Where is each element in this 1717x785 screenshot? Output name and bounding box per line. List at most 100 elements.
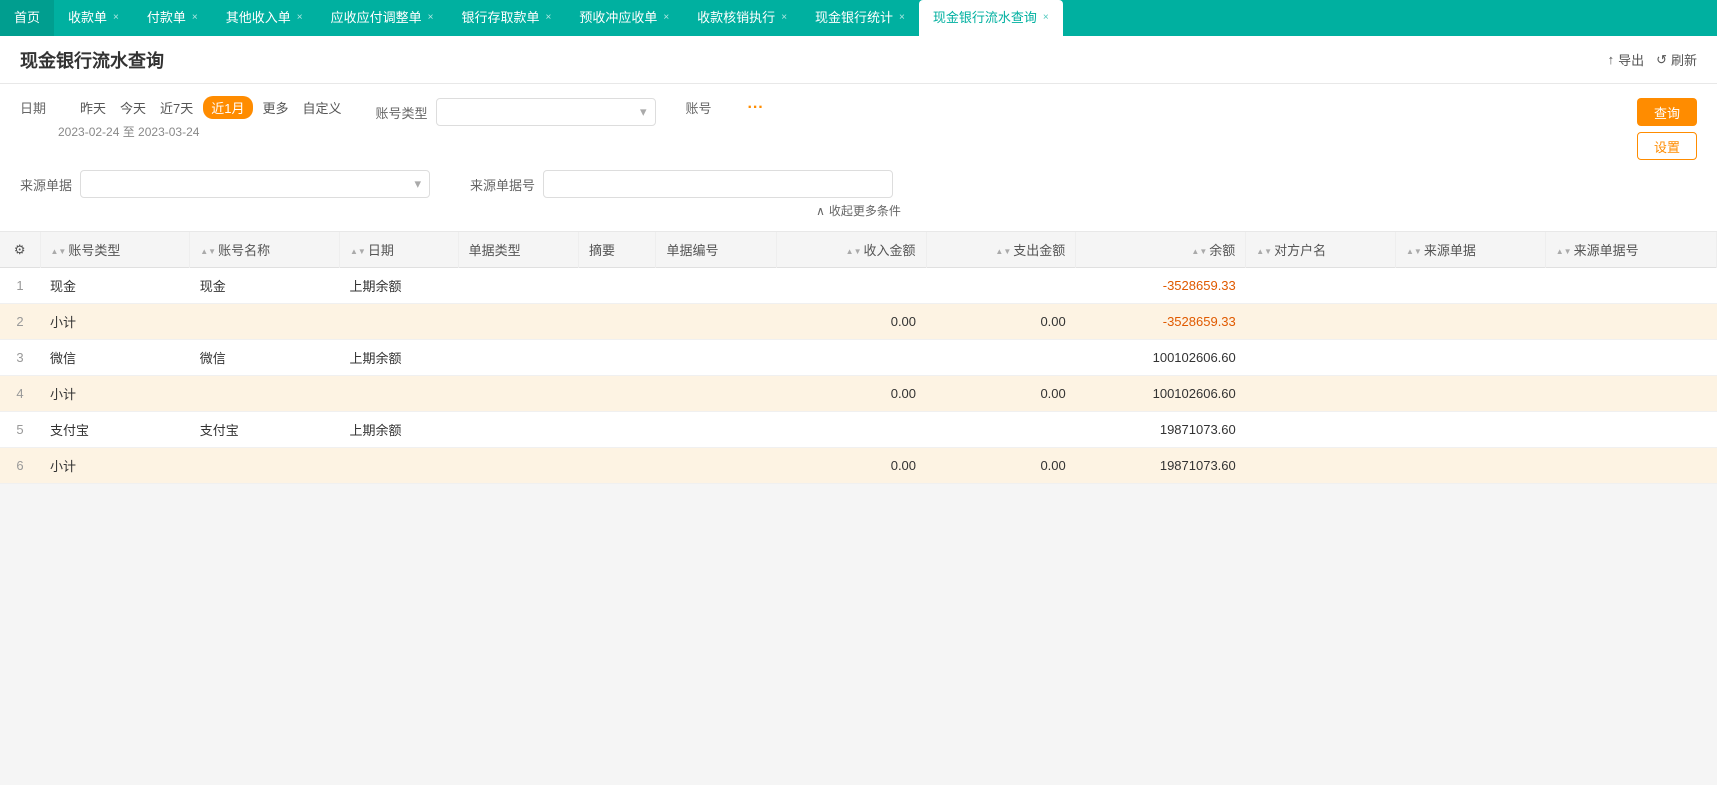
cell-doc-type: [458, 340, 578, 376]
cell-summary: [578, 376, 655, 412]
cell-expense: [926, 412, 1076, 448]
source-doc-select[interactable]: ▾: [80, 170, 430, 198]
col-expense[interactable]: ▲▼支出金额: [926, 232, 1076, 268]
cell-income: 0.00: [776, 304, 926, 340]
nav-home[interactable]: 首页: [0, 0, 54, 36]
cell-balance: 19871073.60: [1076, 412, 1246, 448]
cell-doc-no: [656, 376, 776, 412]
shortcut-more[interactable]: 更多: [259, 96, 293, 119]
cell-income: [776, 340, 926, 376]
cell-account-name: 现金: [190, 268, 340, 304]
close-icon[interactable]: ×: [192, 0, 198, 36]
shortcut-today[interactable]: 今天: [116, 96, 150, 119]
cell-date: [339, 448, 458, 484]
row-number: 3: [0, 340, 40, 376]
export-button[interactable]: ↑ 导出: [1608, 50, 1645, 69]
date-range: 2023-02-24 至 2023-03-24: [58, 125, 199, 139]
cell-account-name: 支付宝: [190, 412, 340, 448]
shortcut-7days[interactable]: 近7天: [156, 96, 197, 119]
close-icon[interactable]: ×: [663, 0, 669, 36]
account-type-select[interactable]: ▾: [436, 98, 656, 126]
settings-button[interactable]: 设置: [1637, 132, 1697, 160]
cell-balance: 19871073.60: [1076, 448, 1246, 484]
top-navigation: 首页 收款单 × 付款单 × 其他收入单 × 应收应付调整单 × 银行存取款单 …: [0, 0, 1717, 36]
gear-icon[interactable]: ⚙: [14, 242, 26, 257]
export-icon: ↑: [1608, 52, 1615, 67]
refresh-button[interactable]: ↺ 刷新: [1656, 50, 1697, 69]
nav-adjustment[interactable]: 应收应付调整单 ×: [317, 0, 448, 36]
data-table-container: ⚙ ▲▼账号类型 ▲▼账号名称 ▲▼日期 单据类型 摘要 单据编号 ▲▼收入金额: [0, 232, 1717, 484]
nav-cash-stats[interactable]: 现金银行统计 ×: [801, 0, 919, 36]
col-summary[interactable]: 摘要: [578, 232, 655, 268]
sort-icon: ▲▼: [200, 248, 216, 256]
nav-cash-flow[interactable]: 现金银行流水查询 ×: [919, 0, 1063, 36]
cell-date: [339, 304, 458, 340]
col-doc-type[interactable]: 单据类型: [458, 232, 578, 268]
col-account-type[interactable]: ▲▼账号类型: [40, 232, 190, 268]
cell-expense: 0.00: [926, 448, 1076, 484]
nav-bank-deposit[interactable]: 银行存取款单 ×: [447, 0, 565, 36]
cell-balance: 100102606.60: [1076, 376, 1246, 412]
col-doc-no[interactable]: 单据编号: [656, 232, 776, 268]
cell-account-type: 小计: [40, 448, 190, 484]
shortcut-yesterday[interactable]: 昨天: [76, 96, 110, 119]
cell-source-doc: [1396, 376, 1546, 412]
table-header: ⚙ ▲▼账号类型 ▲▼账号名称 ▲▼日期 单据类型 摘要 单据编号 ▲▼收入金额: [0, 232, 1717, 268]
nav-prepay-offset[interactable]: 预收冲应收单 ×: [565, 0, 683, 36]
nav-other-income[interactable]: 其他收入单 ×: [212, 0, 317, 36]
col-source-doc[interactable]: ▲▼来源单据: [1396, 232, 1546, 268]
source-doc-label: 来源单据: [20, 175, 72, 194]
sort-icon: ▲▼: [350, 248, 366, 256]
cell-balance: -3528659.33: [1076, 304, 1246, 340]
shortcut-1month[interactable]: 近1月: [203, 96, 252, 119]
cell-source-doc: [1396, 304, 1546, 340]
col-counterparty[interactable]: ▲▼对方户名: [1246, 232, 1396, 268]
table-row: 6 小计 0.00 0.00 19871073.60: [0, 448, 1717, 484]
close-icon[interactable]: ×: [113, 0, 119, 36]
table-row: 3 微信 微信 上期余额 100102606.60: [0, 340, 1717, 376]
cell-source-doc-no: [1545, 340, 1716, 376]
cell-source-doc: [1396, 412, 1546, 448]
cell-summary: [578, 268, 655, 304]
close-icon[interactable]: ×: [297, 0, 303, 36]
cell-doc-no: [656, 304, 776, 340]
col-gear[interactable]: ⚙: [0, 232, 40, 268]
source-doc-no-input[interactable]: [543, 170, 893, 198]
account-more-button[interactable]: ···: [744, 99, 768, 117]
cell-balance: -3528659.33: [1076, 268, 1246, 304]
close-icon[interactable]: ×: [899, 0, 905, 36]
cell-counterparty: [1246, 448, 1396, 484]
close-icon[interactable]: ×: [428, 0, 434, 36]
shortcut-custom[interactable]: 自定义: [299, 96, 346, 119]
source-doc-no-group: 来源单据号: [470, 170, 893, 198]
row-number: 1: [0, 268, 40, 304]
row-number: 2: [0, 304, 40, 340]
cell-counterparty: [1246, 412, 1396, 448]
cell-date: 上期余额: [339, 412, 458, 448]
cell-account-name: [190, 304, 340, 340]
query-button[interactable]: 查询: [1637, 98, 1697, 126]
table-row: 4 小计 0.00 0.00 100102606.60: [0, 376, 1717, 412]
close-icon[interactable]: ×: [1043, 0, 1049, 36]
nav-receipt[interactable]: 收款单 ×: [54, 0, 133, 36]
cell-source-doc-no: [1545, 448, 1716, 484]
col-date[interactable]: ▲▼日期: [339, 232, 458, 268]
col-account-name[interactable]: ▲▼账号名称: [190, 232, 340, 268]
collapse-button[interactable]: ∧ 收起更多条件: [20, 202, 1697, 219]
nav-payment[interactable]: 付款单 ×: [133, 0, 212, 36]
col-income[interactable]: ▲▼收入金额: [776, 232, 926, 268]
row-number: 4: [0, 376, 40, 412]
nav-collect-verify[interactable]: 收款核销执行 ×: [683, 0, 801, 36]
col-source-doc-no[interactable]: ▲▼来源单据号: [1545, 232, 1716, 268]
date-label: 日期: [20, 98, 70, 117]
cell-source-doc-no: [1545, 304, 1716, 340]
close-icon[interactable]: ×: [545, 0, 551, 36]
cell-doc-no: [656, 268, 776, 304]
cell-account-name: [190, 448, 340, 484]
col-balance[interactable]: ▲▼余额: [1076, 232, 1246, 268]
source-filter-row: 来源单据 ▾ 来源单据号: [20, 170, 1697, 198]
sort-icon: ▲▼: [1406, 248, 1422, 256]
close-icon[interactable]: ×: [781, 0, 787, 36]
cell-doc-no: [656, 412, 776, 448]
cell-counterparty: [1246, 376, 1396, 412]
